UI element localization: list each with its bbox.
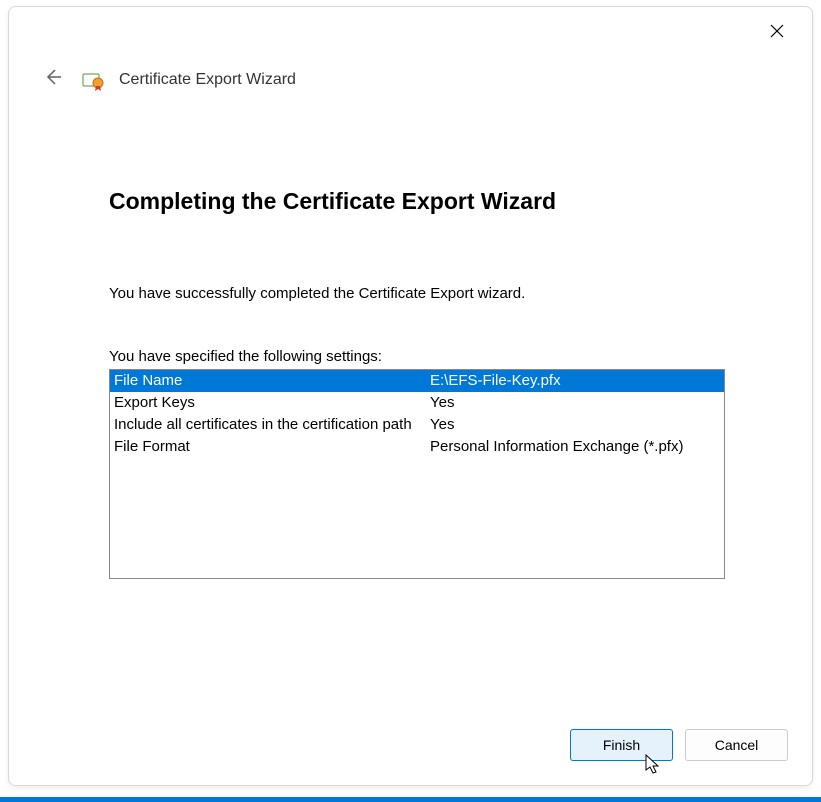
setting-value: Yes [430, 414, 720, 436]
setting-label: File Format [114, 436, 430, 458]
page-heading: Completing the Certificate Export Wizard [109, 188, 712, 215]
taskbar-accent [0, 797, 821, 802]
wizard-title: Certificate Export Wizard [119, 71, 296, 89]
certificate-icon [81, 68, 105, 92]
wizard-header: Certificate Export Wizard [9, 7, 812, 98]
dialog-footer: Finish Cancel [9, 729, 812, 785]
close-icon [770, 24, 784, 38]
back-button[interactable] [37, 62, 67, 98]
setting-value: E:\EFS-File-Key.pfx [430, 370, 720, 392]
setting-label: File Name [114, 370, 430, 392]
table-row[interactable]: File Name E:\EFS-File-Key.pfx [110, 370, 724, 392]
setting-value: Personal Information Exchange (*.pfx) [430, 436, 720, 458]
wizard-dialog: Certificate Export Wizard Completing the… [8, 6, 813, 786]
table-row[interactable]: Export Keys Yes [110, 392, 724, 414]
settings-intro: You have specified the following setting… [109, 348, 712, 365]
finish-button[interactable]: Finish [570, 729, 673, 761]
cancel-button[interactable]: Cancel [685, 729, 788, 761]
wizard-content: Completing the Certificate Export Wizard… [9, 98, 812, 729]
settings-listview[interactable]: File Name E:\EFS-File-Key.pfx Export Key… [109, 369, 725, 579]
setting-value: Yes [430, 392, 720, 414]
table-row[interactable]: Include all certificates in the certific… [110, 414, 724, 436]
setting-label: Include all certificates in the certific… [114, 414, 430, 436]
table-row[interactable]: File Format Personal Information Exchang… [110, 436, 724, 458]
close-button[interactable] [760, 17, 794, 47]
back-arrow-icon [41, 66, 63, 88]
completion-message: You have successfully completed the Cert… [109, 285, 712, 302]
setting-label: Export Keys [114, 392, 430, 414]
